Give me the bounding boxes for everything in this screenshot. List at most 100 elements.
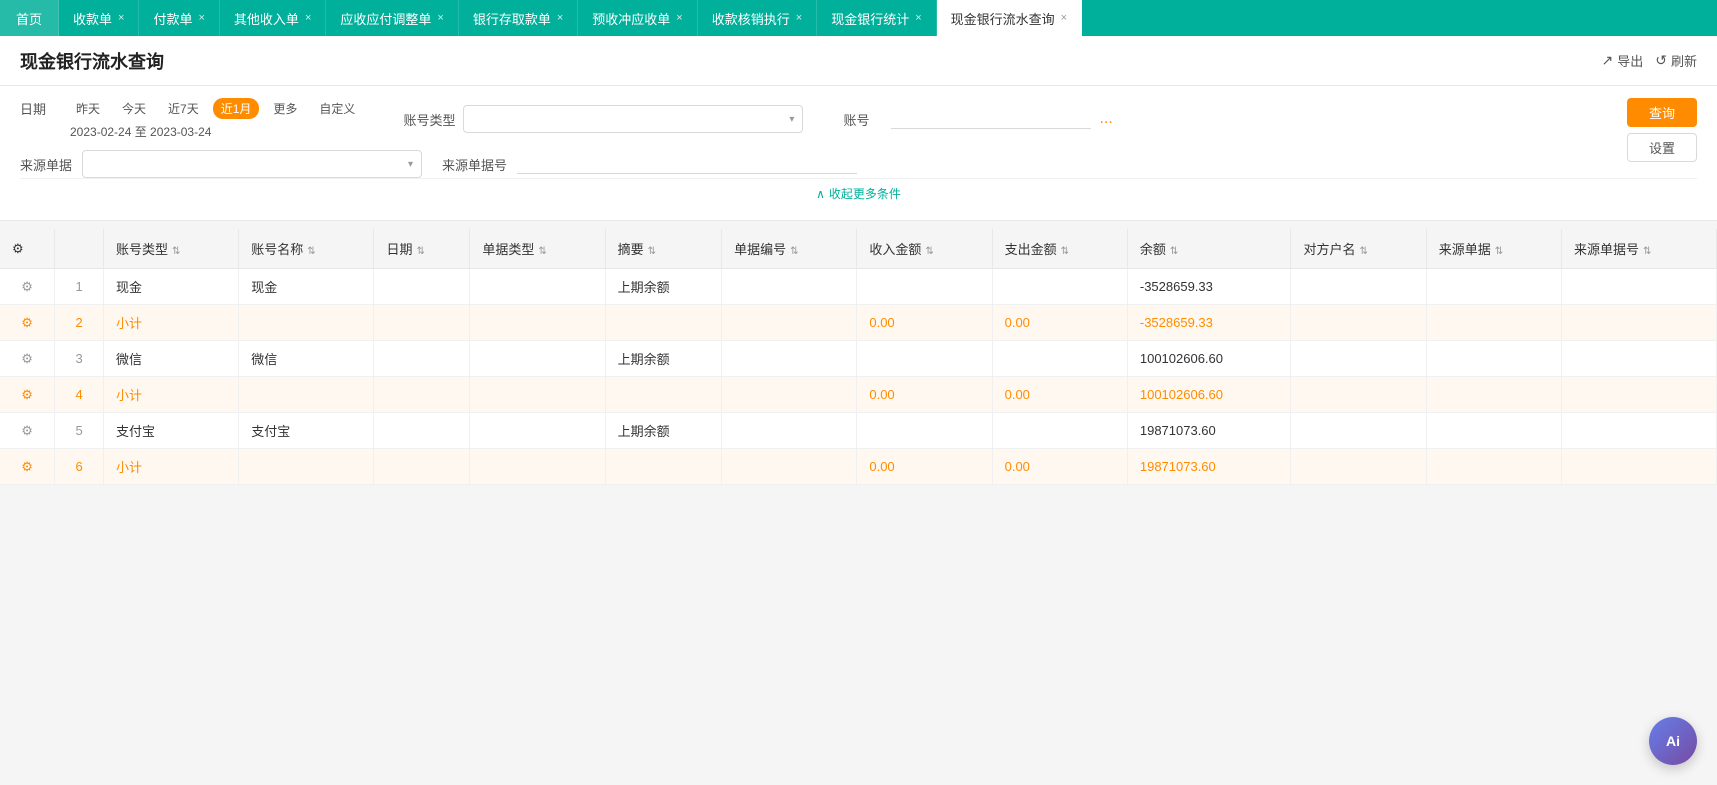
date-shortcut-button[interactable]: 更多 [265, 98, 305, 119]
account-type-filter: 账号类型 ▾ [403, 105, 803, 133]
cell-expense: 0.00 [992, 449, 1127, 485]
ai-label: Ai [1666, 733, 1680, 749]
col-header-counterparty[interactable]: 对方户名⇅ [1291, 229, 1426, 269]
tab-close-icon[interactable]: × [796, 12, 802, 24]
cell-account_name: 支付宝 [239, 413, 374, 449]
page-title: 现金银行流水查询 [20, 48, 164, 74]
col-header-doc_type[interactable]: 单据类型⇅ [470, 229, 605, 269]
cell-gear[interactable]: ⚙ [0, 305, 55, 341]
setting-button[interactable]: 设置 [1627, 133, 1697, 162]
cell-num: 3 [55, 341, 104, 377]
cell-gear[interactable]: ⚙ [0, 341, 55, 377]
date-shortcut-button[interactable]: 今天 [114, 98, 154, 119]
tab-close-icon[interactable]: × [557, 12, 563, 24]
tab-close-icon[interactable]: × [118, 12, 124, 24]
cell-summary: 上期余额 [605, 341, 722, 377]
refresh-label: 刷新 [1671, 51, 1697, 70]
tab-close-icon[interactable]: × [1061, 12, 1067, 24]
col-header-num [55, 229, 104, 269]
account-label: 账号 [843, 110, 883, 129]
cell-source_doc_no [1561, 305, 1716, 341]
date-shortcut-button[interactable]: 近1月 [213, 98, 260, 119]
tab-close-icon[interactable]: × [915, 12, 921, 24]
cell-account_type: 现金 [103, 269, 238, 305]
nav-tab[interactable]: 现金银行统计× [817, 0, 936, 36]
cell-doc_type [470, 449, 605, 485]
nav-tab[interactable]: 现金银行流水查询× [937, 0, 1082, 36]
date-shortcut-button[interactable]: 自定义 [311, 98, 363, 119]
cell-doc_no [722, 377, 857, 413]
account-type-select[interactable]: ▾ [463, 105, 803, 133]
table-header: ⚙账号类型⇅账号名称⇅日期⇅单据类型⇅摘要⇅单据编号⇅收入金额⇅支出金额⇅余额⇅… [0, 229, 1717, 269]
cell-income [857, 341, 992, 377]
nav-tab[interactable]: 收款核销执行× [698, 0, 817, 36]
cell-summary: 上期余额 [605, 413, 722, 449]
tab-label: 应收应付调整单 [340, 9, 431, 28]
col-header-account_name[interactable]: 账号名称⇅ [239, 229, 374, 269]
cell-expense: 0.00 [992, 377, 1127, 413]
sort-icon: ⇅ [1495, 246, 1503, 257]
col-header-balance[interactable]: 余额⇅ [1127, 229, 1291, 269]
cell-account_name: 微信 [239, 341, 374, 377]
nav-home[interactable]: 首页 [0, 0, 59, 36]
col-header-doc_no[interactable]: 单据编号⇅ [722, 229, 857, 269]
tab-close-icon[interactable]: × [676, 12, 682, 24]
col-header-account_type[interactable]: 账号类型⇅ [103, 229, 238, 269]
col-label: 收入金额 [869, 242, 921, 257]
account-dots-button[interactable]: ... [1099, 110, 1112, 128]
cell-counterparty [1291, 341, 1426, 377]
cell-date [374, 341, 470, 377]
col-header-source_doc[interactable]: 来源单据⇅ [1426, 229, 1561, 269]
ai-assistant-button[interactable]: Ai [1649, 717, 1697, 765]
cell-summary [605, 449, 722, 485]
cell-source_doc [1426, 413, 1561, 449]
cell-counterparty [1291, 413, 1426, 449]
nav-tab[interactable]: 收款单× [59, 0, 139, 36]
cell-source_doc [1426, 449, 1561, 485]
cell-summary [605, 305, 722, 341]
export-icon: ↗ [1602, 52, 1614, 69]
export-button[interactable]: ↗ 导出 [1602, 51, 1644, 70]
col-header-summary[interactable]: 摘要⇅ [605, 229, 722, 269]
cell-account_type: 小计 [103, 377, 238, 413]
tab-label: 预收冲应收单 [592, 9, 670, 28]
cell-counterparty [1291, 377, 1426, 413]
refresh-icon: ↺ [1655, 52, 1667, 69]
source-doc-no-input[interactable] [517, 154, 857, 174]
source-doc-label: 来源单据 [20, 155, 72, 174]
cell-gear[interactable]: ⚙ [0, 449, 55, 485]
table-row: ⚙1现金现金上期余额-3528659.33 [0, 269, 1717, 305]
query-button[interactable]: 查询 [1627, 98, 1697, 127]
source-doc-select[interactable]: ▾ [82, 150, 422, 178]
tab-close-icon[interactable]: × [437, 12, 443, 24]
col-header-income[interactable]: 收入金额⇅ [857, 229, 992, 269]
cell-gear[interactable]: ⚙ [0, 269, 55, 305]
date-shortcut-button[interactable]: 昨天 [68, 98, 108, 119]
cell-doc_no [722, 341, 857, 377]
nav-tab[interactable]: 付款单× [139, 0, 219, 36]
tab-close-icon[interactable]: × [198, 12, 204, 24]
collapse-bar[interactable]: ∧ 收起更多条件 [20, 178, 1697, 208]
nav-tab[interactable]: 预收冲应收单 × [578, 0, 697, 36]
gear-icon: ⚙ [21, 315, 33, 330]
col-header-expense[interactable]: 支出金额⇅ [992, 229, 1127, 269]
nav-tab[interactable]: 其他收入单× [220, 0, 326, 36]
account-input[interactable] [891, 109, 1091, 129]
nav-tab[interactable]: 应收应付调整单 × [326, 0, 458, 36]
source-doc-chevron-icon: ▾ [408, 159, 413, 170]
refresh-button[interactable]: ↺ 刷新 [1655, 51, 1697, 70]
col-header-source_doc_no[interactable]: 来源单据号⇅ [1561, 229, 1716, 269]
nav-tab[interactable]: 银行存取款单 × [459, 0, 578, 36]
gear-icon: ⚙ [21, 351, 33, 366]
sort-icon: ⇅ [648, 246, 656, 257]
cell-doc_type [470, 341, 605, 377]
cell-doc_type [470, 305, 605, 341]
cell-gear[interactable]: ⚙ [0, 413, 55, 449]
date-shortcut-button[interactable]: 近7天 [160, 98, 207, 119]
tab-close-icon[interactable]: × [305, 12, 311, 24]
table-row: ⚙6小计0.000.0019871073.60 [0, 449, 1717, 485]
col-label: 单据类型 [482, 242, 534, 257]
tab-label: 银行存取款单 [473, 9, 551, 28]
cell-gear[interactable]: ⚙ [0, 377, 55, 413]
col-header-date[interactable]: 日期⇅ [374, 229, 470, 269]
